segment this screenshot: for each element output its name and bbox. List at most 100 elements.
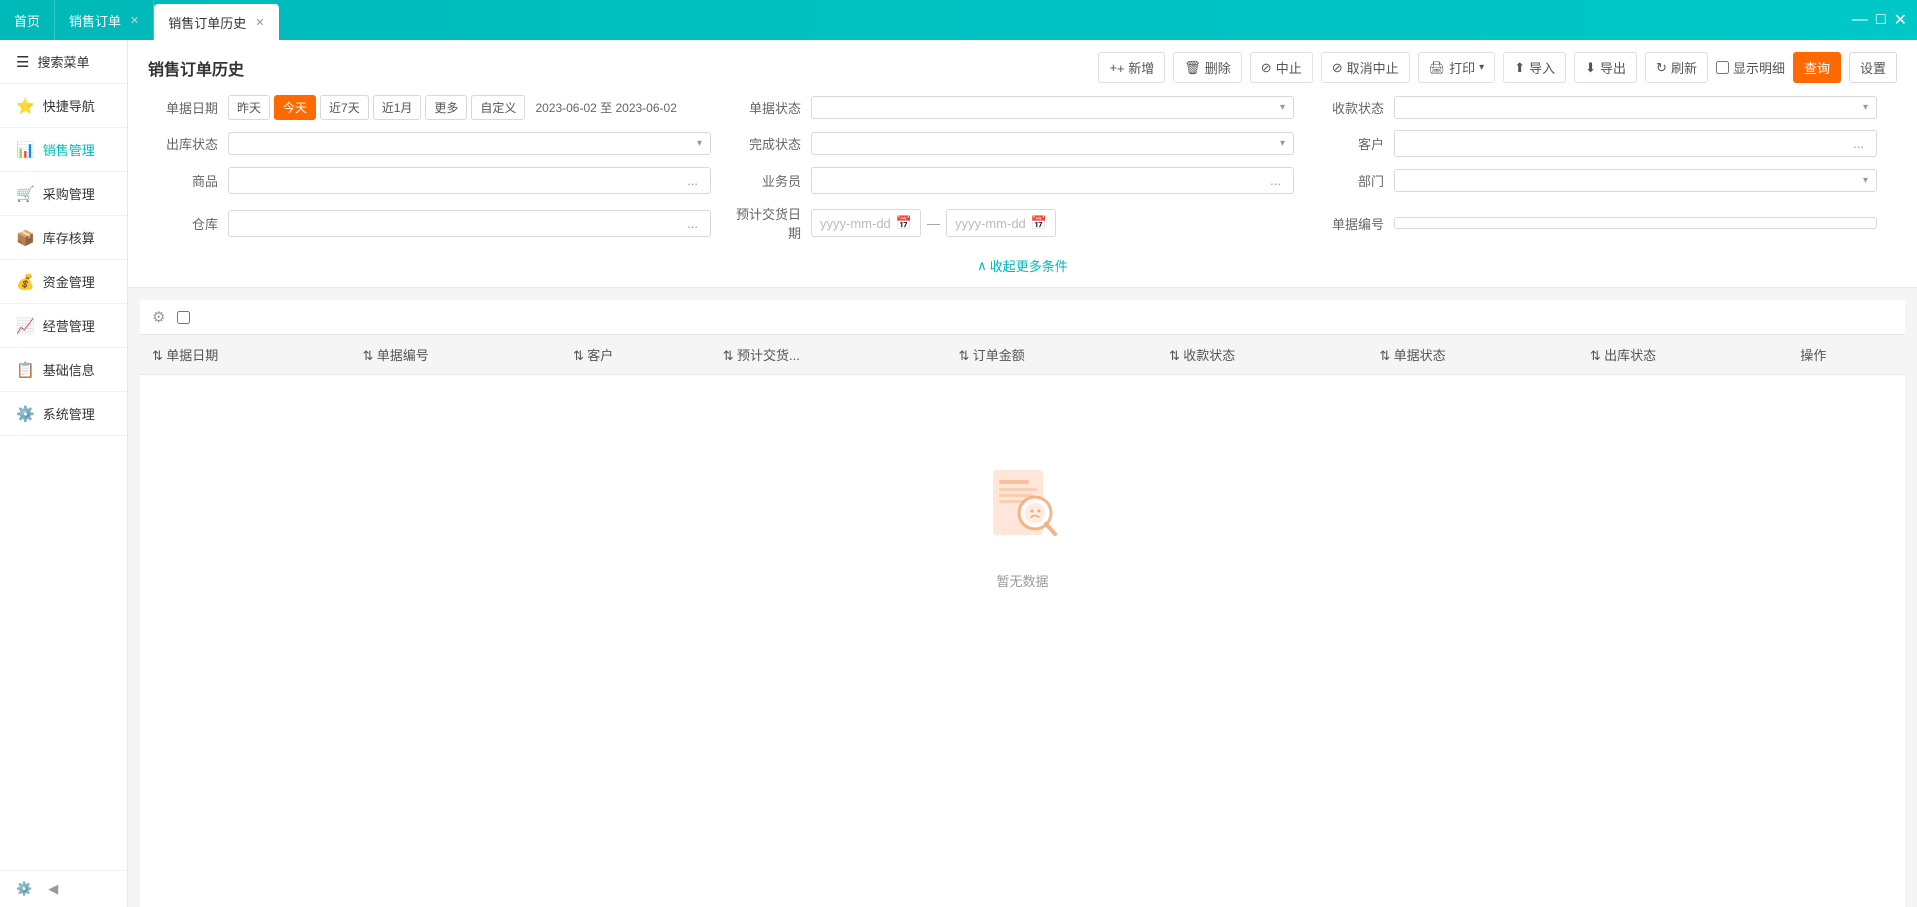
department-select[interactable]: ▾ [1394, 169, 1877, 192]
delete-button[interactable]: 🗑 删除 [1173, 52, 1242, 83]
last1month-btn[interactable]: 近1月 [373, 95, 422, 120]
content-area: 销售订单历史 + + 新增 🗑 删除 ⊘ 中止 ⊘ [128, 40, 1917, 907]
sidebar: ☰ 搜索菜单 ⭐ 快捷导航 📊 销售管理 🛒 采购管理 📦 库存核算 💰 资金管… [0, 40, 128, 907]
salesperson-ellipsis[interactable]: ... [1266, 173, 1285, 188]
new-button[interactable]: + + 新增 [1098, 52, 1165, 83]
department-arrow: ▾ [1863, 175, 1868, 186]
date-filter-control: 昨天 今天 近7天 近1月 更多 自定义 2023-06-02 至 2023-0… [228, 95, 711, 120]
inventory-icon: 📦 [16, 229, 35, 247]
yesterday-btn[interactable]: 昨天 [228, 95, 270, 120]
export-icon: ⬇ [1585, 60, 1596, 76]
topbar-close-icon[interactable]: ✕ [1894, 10, 1907, 30]
status-filter-label: 单据状态 [731, 98, 811, 117]
date-filter-label: 单据日期 [148, 98, 228, 117]
sidebar-item-operations[interactable]: 📈 经营管理 [0, 304, 127, 348]
th-payment-status[interactable]: ⇅ 收款状态 [1157, 335, 1367, 375]
show-details-input[interactable] [1716, 61, 1729, 74]
calendar-start-icon[interactable]: 📅 [896, 215, 912, 231]
doc-number-control [1394, 217, 1877, 229]
empty-state: 暂无数据 [140, 375, 1905, 650]
sidebar-item-inventory[interactable]: 📦 库存核算 [0, 216, 127, 260]
show-details-checkbox[interactable]: 显示明细 [1716, 58, 1785, 77]
warehouse-input[interactable]: ... [228, 210, 711, 237]
custom-btn[interactable]: 自定义 [471, 95, 525, 120]
sidebar-bottom-settings-icon[interactable]: ⚙️ [16, 881, 32, 897]
last7days-btn[interactable]: 近7天 [320, 95, 369, 120]
th-date[interactable]: ⇅ 单据日期 [140, 335, 350, 375]
today-btn[interactable]: 今天 [274, 95, 316, 120]
query-button[interactable]: 查询 [1793, 52, 1841, 83]
topbar-minimize-icon[interactable]: — [1852, 11, 1868, 29]
quick-nav-icon: ⭐ [16, 97, 35, 115]
tab-sales-order-close[interactable]: ✕ [130, 14, 139, 27]
th-number[interactable]: ⇅ 单据编号 [350, 335, 560, 375]
delivery-status-select[interactable]: ▾ [228, 132, 711, 155]
product-control: ... [228, 167, 711, 194]
filter-section: 销售订单历史 + + 新增 🗑 删除 ⊘ 中止 ⊘ [128, 40, 1917, 288]
sidebar-bottom-collapse-icon[interactable]: ◀ [48, 881, 58, 897]
sidebar-item-purchase-mgmt[interactable]: 🛒 采购管理 [0, 172, 127, 216]
sidebar-item-search-menu[interactable]: ☰ 搜索菜单 [0, 40, 127, 84]
calendar-end-icon[interactable]: 📅 [1031, 215, 1047, 231]
th-delivery-status[interactable]: ⇅ 出库状态 [1578, 335, 1788, 375]
toolbar: + + 新增 🗑 删除 ⊘ 中止 ⊘ 取消中止 [1098, 52, 1897, 83]
sidebar-item-basic-info[interactable]: 📋 基础信息 [0, 348, 127, 392]
payment-status-arrow: ▾ [1863, 102, 1868, 113]
expected-delivery-start[interactable]: yyyy-mm-dd 📅 [811, 209, 921, 237]
completion-status-arrow: ▾ [1280, 138, 1285, 149]
operations-icon: 📈 [16, 317, 35, 335]
table-settings-icon[interactable]: ⚙ [152, 308, 165, 326]
collapse-button[interactable]: ∧ 收起更多条件 [977, 256, 1068, 275]
page-title: 销售订单历史 [148, 56, 244, 80]
sidebar-item-quick-nav[interactable]: ⭐ 快捷导航 [0, 84, 127, 128]
tab-sales-order-history-close[interactable]: ✕ [255, 16, 264, 29]
cancel-stop-button[interactable]: ⊘ 取消中止 [1321, 52, 1410, 83]
basic-info-icon: 📋 [16, 361, 35, 379]
import-icon: ⬆ [1514, 60, 1525, 76]
refresh-button[interactable]: ↻ 刷新 [1645, 52, 1708, 83]
product-input[interactable]: ... [228, 167, 711, 194]
th-expected-delivery[interactable]: ⇅ 预计交货... [711, 335, 947, 375]
expected-delivery-end[interactable]: yyyy-mm-dd 📅 [946, 209, 1056, 237]
print-icon: 🖨 [1429, 60, 1446, 76]
settings-button[interactable]: 设置 [1849, 52, 1897, 83]
date-range-divider: — [927, 216, 940, 231]
warehouse-label: 仓库 [148, 214, 228, 233]
more-btn[interactable]: 更多 [425, 95, 467, 120]
stop-icon: ⊘ [1261, 60, 1272, 76]
sidebar-item-system[interactable]: ⚙️ 系统管理 [0, 392, 127, 436]
product-ellipsis[interactable]: ... [683, 173, 702, 188]
status-select-arrow: ▾ [1280, 102, 1285, 113]
th-order-amount[interactable]: ⇅ 订单金额 [946, 335, 1156, 375]
select-all-checkbox[interactable] [177, 311, 190, 324]
doc-number-input[interactable] [1394, 217, 1877, 229]
export-button[interactable]: ⬇ 导出 [1574, 52, 1637, 83]
th-customer[interactable]: ⇅ 客户 [561, 335, 711, 375]
status-select[interactable]: ▾ [811, 96, 1294, 119]
payment-status-label: 收款状态 [1314, 98, 1394, 117]
warehouse-ellipsis[interactable]: ... [683, 216, 702, 231]
topbar-maximize-icon[interactable]: □ [1876, 11, 1886, 29]
payment-status-select[interactable]: ▾ [1394, 96, 1877, 119]
doc-number-label: 单据编号 [1314, 214, 1394, 233]
department-control: ▾ [1394, 169, 1877, 192]
sidebar-item-sales-mgmt[interactable]: 📊 销售管理 [0, 128, 127, 172]
th-doc-status[interactable]: ⇅ 单据状态 [1367, 335, 1577, 375]
customer-ellipsis[interactable]: ... [1849, 136, 1868, 151]
tab-home[interactable]: 首页 [0, 0, 55, 40]
import-button[interactable]: ⬆ 导入 [1503, 52, 1566, 83]
stop-button[interactable]: ⊘ 中止 [1250, 52, 1313, 83]
completion-status-select[interactable]: ▾ [811, 132, 1294, 155]
print-button[interactable]: 🖨 打印 ▾ [1418, 52, 1496, 83]
customer-input[interactable]: ... [1394, 130, 1877, 157]
customer-label: 客户 [1314, 134, 1394, 153]
sidebar-item-finance[interactable]: 💰 资金管理 [0, 260, 127, 304]
expected-delivery-control: yyyy-mm-dd 📅 — yyyy-mm-dd 📅 [811, 209, 1294, 237]
filter-row-2: 出库状态 ▾ 完成状态 ▾ 客户 ... [148, 130, 1897, 157]
tab-sales-order-history[interactable]: 销售订单历史 ✕ [154, 4, 279, 40]
product-label: 商品 [148, 171, 228, 190]
completion-status-label: 完成状态 [731, 134, 811, 153]
warehouse-control: ... [228, 210, 711, 237]
salesperson-input[interactable]: ... [811, 167, 1294, 194]
tab-sales-order[interactable]: 销售订单 ✕ [55, 0, 154, 40]
